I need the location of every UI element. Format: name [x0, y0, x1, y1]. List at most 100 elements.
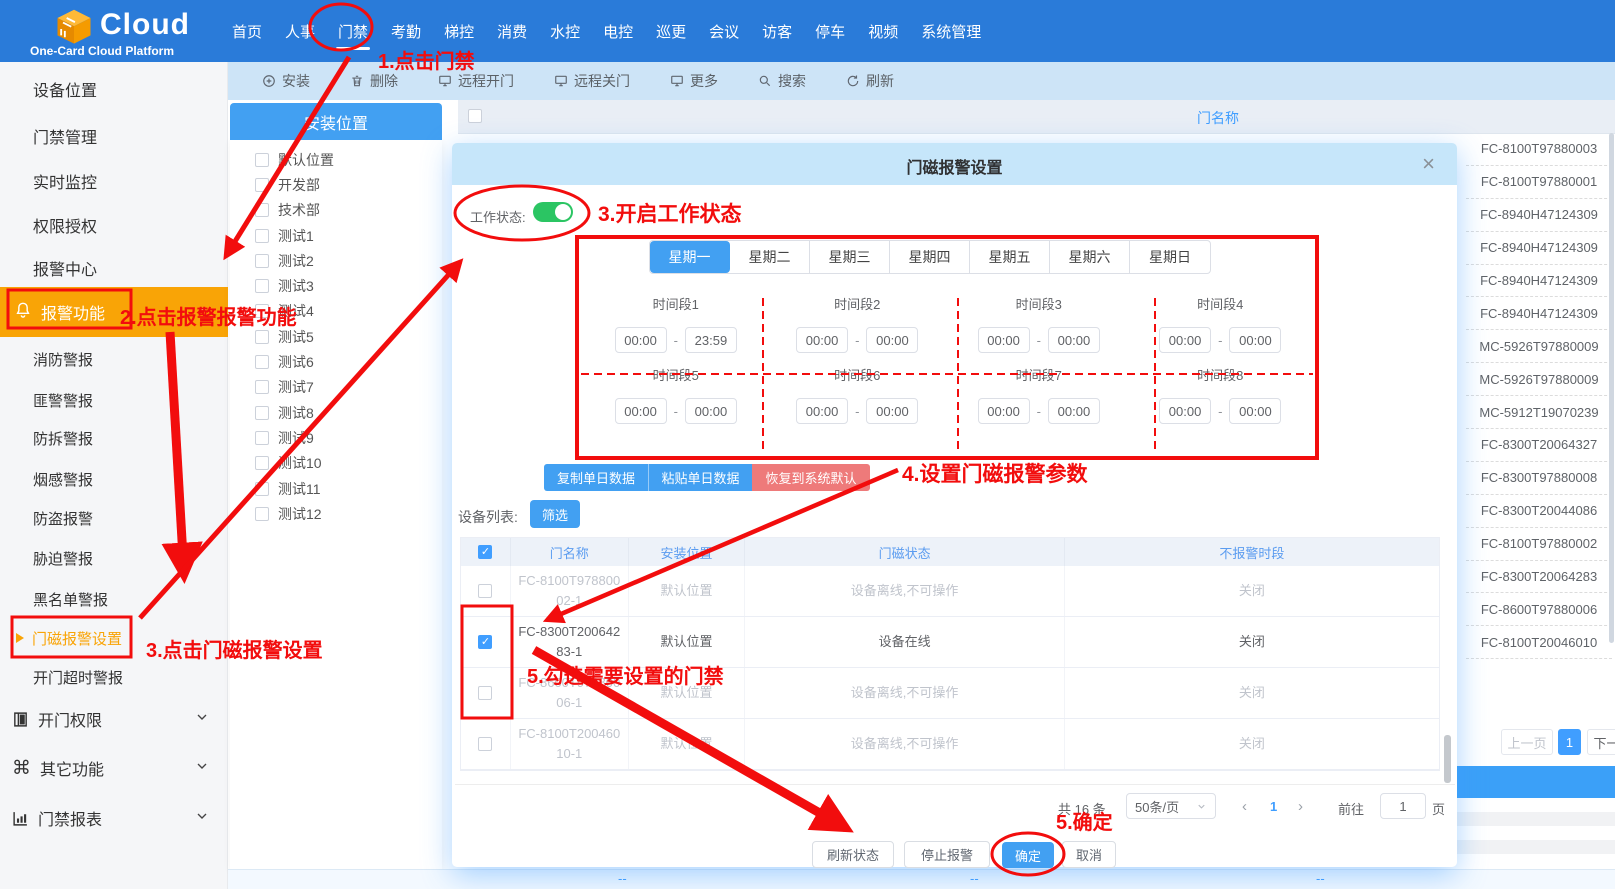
sidebar-item-smoke-alarm[interactable]: 烟感警报	[0, 463, 228, 495]
sidebar-item-door-reports[interactable]: 门禁报表	[0, 802, 228, 834]
sidebar-item-blacklist-alarm[interactable]: 黑名单警报	[0, 583, 228, 615]
pager-prev-arrow[interactable]: ‹	[1242, 798, 1247, 815]
sidebar-item-other-functions[interactable]: ⌘ 其它功能	[0, 752, 228, 784]
nav-item[interactable]: 消费	[495, 17, 529, 46]
stop-alarm-button[interactable]: 停止报警	[904, 841, 990, 868]
row-checkbox[interactable]	[478, 686, 492, 700]
checkbox[interactable]	[255, 203, 269, 217]
confirm-button[interactable]: 确定	[1002, 842, 1054, 868]
location-option[interactable]: 测试7	[230, 375, 442, 400]
nav-item[interactable]: 考勤	[389, 17, 423, 46]
sidebar-item-burglar-alarm[interactable]: 防盗报警	[0, 502, 228, 534]
sidebar-item-device-location[interactable]: 设备位置	[0, 73, 228, 105]
time-from-input[interactable]: 00:00	[796, 327, 848, 353]
refresh-button[interactable]: 刷新	[846, 71, 894, 91]
page-size-select[interactable]: 50条/页	[1126, 793, 1216, 819]
nav-item[interactable]: 人事	[283, 17, 317, 46]
nav-item[interactable]: 水控	[548, 17, 582, 46]
checkbox[interactable]	[255, 229, 269, 243]
nav-item[interactable]: 梯控	[442, 17, 476, 46]
restore-default-button[interactable]: 恢复到系统默认	[752, 464, 870, 491]
checkbox[interactable]	[255, 254, 269, 268]
time-to-input[interactable]: 23:59	[685, 327, 737, 353]
time-to-input[interactable]: 00:00	[1229, 327, 1281, 353]
week-tab[interactable]: 星期一	[650, 241, 730, 273]
checkbox[interactable]	[255, 279, 269, 293]
time-from-input[interactable]: 00:00	[1159, 398, 1211, 424]
close-icon[interactable]: ×	[1422, 151, 1435, 177]
week-tab[interactable]: 星期二	[730, 241, 810, 273]
nav-item[interactable]: 会议	[707, 17, 741, 46]
location-option[interactable]: 测试1	[230, 223, 442, 248]
week-tab[interactable]: 星期五	[970, 241, 1050, 273]
remote-open-button[interactable]: 远程开门	[438, 71, 514, 91]
main-pager-page-1[interactable]: 1	[1558, 729, 1581, 755]
more-button[interactable]: 更多	[670, 71, 718, 91]
sidebar-item-door-management[interactable]: 门禁管理	[0, 120, 228, 152]
pager-next-arrow[interactable]: ›	[1298, 798, 1303, 815]
nav-item[interactable]: 巡更	[654, 17, 688, 46]
dialog-scrollbar[interactable]	[1444, 735, 1451, 783]
checkbox[interactable]	[255, 330, 269, 344]
install-button[interactable]: 安装	[262, 71, 310, 91]
pager-current-page[interactable]: 1	[1270, 799, 1277, 814]
checkbox[interactable]	[255, 153, 269, 167]
location-option[interactable]: 测试12	[230, 501, 442, 526]
main-pager-prev-button[interactable]: 上一页	[1501, 729, 1553, 755]
week-tab[interactable]: 星期六	[1050, 241, 1130, 273]
goto-page-input[interactable]: 1	[1380, 793, 1426, 819]
checkbox[interactable]	[255, 431, 269, 445]
nav-item[interactable]: 电控	[601, 17, 635, 46]
location-option[interactable]: 测试2	[230, 248, 442, 273]
nav-item[interactable]: 系统管理	[919, 17, 983, 46]
row-checkbox[interactable]	[478, 584, 492, 598]
copy-day-button[interactable]: 复制单日数据	[544, 464, 648, 491]
checkbox[interactable]	[255, 406, 269, 420]
week-tab[interactable]: 星期三	[810, 241, 890, 273]
week-tab[interactable]: 星期四	[890, 241, 970, 273]
checkbox[interactable]	[255, 355, 269, 369]
location-option[interactable]: 测试6	[230, 349, 442, 374]
location-option[interactable]: 开发部	[230, 172, 442, 197]
page-scrollbar[interactable]	[1609, 133, 1614, 643]
nav-item[interactable]: 访客	[760, 17, 794, 46]
time-from-input[interactable]: 00:00	[978, 327, 1030, 353]
time-to-input[interactable]: 00:00	[866, 327, 918, 353]
time-from-input[interactable]: 00:00	[615, 327, 667, 353]
filter-button[interactable]: 筛选	[530, 500, 580, 528]
sidebar-item-realtime-monitor[interactable]: 实时监控	[0, 165, 228, 197]
nav-item[interactable]: 首页	[230, 17, 264, 46]
refresh-status-button[interactable]: 刷新状态	[812, 841, 894, 868]
time-to-input[interactable]: 00:00	[1229, 398, 1281, 424]
time-from-input[interactable]: 00:00	[978, 398, 1030, 424]
sidebar-item-open-timeout-alarm[interactable]: 开门超时警报	[0, 661, 228, 693]
time-to-input[interactable]: 00:00	[866, 398, 918, 424]
location-option[interactable]: 测试3	[230, 273, 442, 298]
nav-item[interactable]: 门禁	[336, 17, 370, 46]
sidebar-item-tamper-alarm[interactable]: 防拆警报	[0, 422, 228, 454]
sidebar-item-duress-alarm[interactable]: 胁迫警报	[0, 542, 228, 574]
time-from-input[interactable]: 00:00	[615, 398, 667, 424]
checkbox[interactable]	[255, 507, 269, 521]
location-option[interactable]: 测试8	[230, 400, 442, 425]
nav-item[interactable]: 视频	[866, 17, 900, 46]
checkbox[interactable]	[255, 380, 269, 394]
location-option[interactable]: 测试9	[230, 425, 442, 450]
checkbox[interactable]	[255, 178, 269, 192]
select-all-checkbox[interactable]: ✓	[478, 545, 492, 559]
checkbox[interactable]	[255, 482, 269, 496]
sidebar-item-fire-alarm[interactable]: 消防警报	[0, 343, 228, 375]
sidebar-item-alarm-center[interactable]: 报警中心	[0, 252, 228, 284]
nav-item[interactable]: 停车	[813, 17, 847, 46]
search-button[interactable]: 搜索	[758, 71, 806, 91]
location-option[interactable]: 测试10	[230, 451, 442, 476]
work-status-toggle[interactable]	[533, 202, 573, 222]
time-to-input[interactable]: 00:00	[1048, 327, 1100, 353]
remote-close-button[interactable]: 远程关门	[554, 71, 630, 91]
delete-button[interactable]: 删除	[350, 71, 398, 91]
location-option[interactable]: 测试11	[230, 476, 442, 501]
time-to-input[interactable]: 00:00	[685, 398, 737, 424]
location-option[interactable]: 技术部	[230, 198, 442, 223]
cancel-button[interactable]: 取消	[1062, 841, 1116, 868]
time-from-input[interactable]: 00:00	[796, 398, 848, 424]
